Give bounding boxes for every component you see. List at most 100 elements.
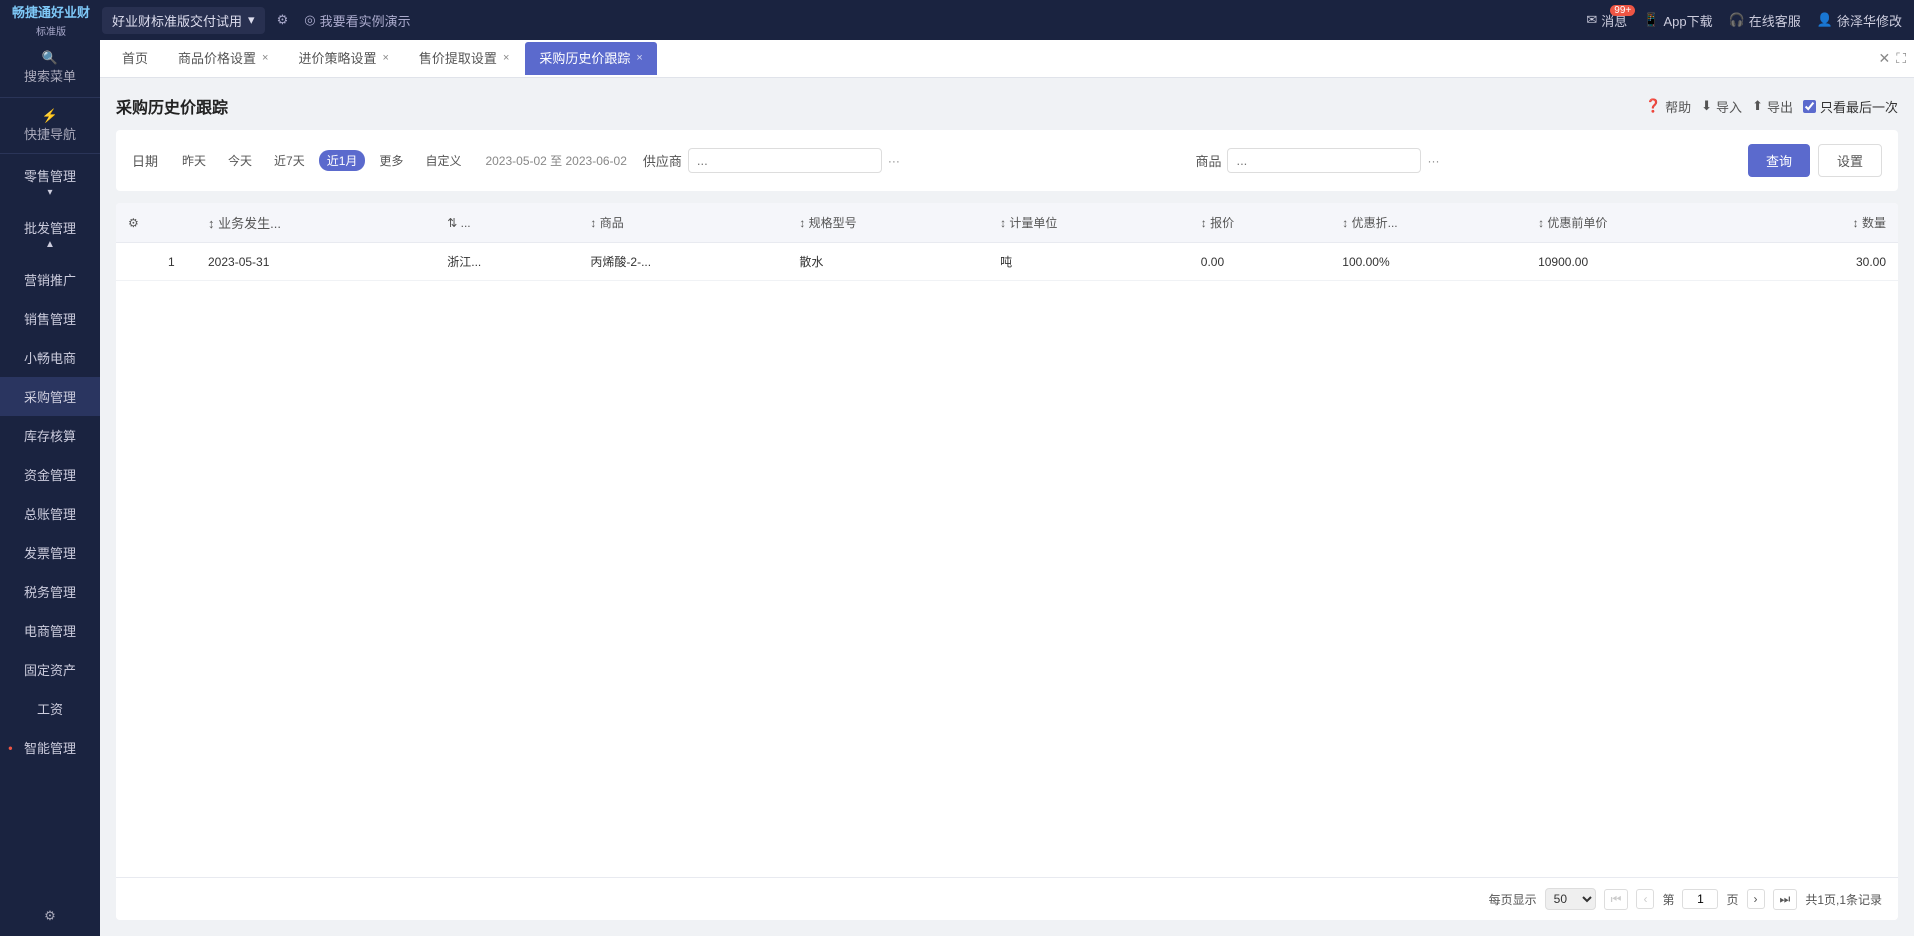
th-quantity[interactable]: ↕ 数量: [1756, 203, 1898, 243]
app-download-btn[interactable]: 📱 App下载: [1643, 11, 1712, 30]
edition-label: 好业财标准版交付试用: [112, 11, 242, 30]
sidebar-item-fixed-assets[interactable]: 固定资产: [0, 650, 100, 689]
td-spec: 散水: [787, 243, 988, 281]
supplier-input[interactable]: [688, 148, 882, 173]
product-input[interactable]: [1227, 148, 1421, 173]
edition-selector[interactable]: 好业财标准版交付试用 ▾: [102, 7, 265, 34]
tab-price[interactable]: 商品价格设置 ×: [164, 42, 282, 75]
th-more[interactable]: ⇅ ...: [435, 203, 578, 243]
help-label: 帮助: [1665, 97, 1691, 116]
tab-sale-price-close[interactable]: ×: [503, 52, 509, 64]
th-discount[interactable]: ↕ 优惠折...: [1330, 203, 1526, 243]
product-more-btn[interactable]: ···: [1427, 154, 1439, 168]
tab-purchase-history[interactable]: 采购历史价跟踪 ×: [525, 42, 656, 75]
th-date[interactable]: ↕ 业务发生...: [196, 203, 435, 243]
tab-purchase-strategy-close[interactable]: ×: [382, 52, 388, 64]
th-seq: [156, 203, 196, 243]
sidebar-item-wholesale[interactable]: 批发管理 ▲: [0, 208, 100, 260]
app-download-label: App下载: [1663, 11, 1712, 30]
tab-purchase-history-close[interactable]: ×: [636, 52, 642, 64]
tab-price-close[interactable]: ×: [262, 52, 268, 64]
only-last-checkbox-label[interactable]: 只看最后一次: [1803, 97, 1898, 116]
sidebar-item-invoice[interactable]: 发票管理: [0, 533, 100, 572]
content-area: 首页 商品价格设置 × 进价策略设置 × 售价提取设置 × 采购历史价跟踪 × …: [100, 40, 1914, 936]
sidebar-item-retail[interactable]: 零售管理 ▾: [0, 156, 100, 208]
page-number-input[interactable]: [1682, 889, 1718, 909]
date-option-yesterday[interactable]: 昨天: [174, 150, 214, 171]
sidebar-nav[interactable]: ⚡ 快捷导航: [0, 100, 100, 151]
sidebar-divider-1: [0, 97, 100, 98]
only-last-checkbox[interactable]: [1803, 100, 1816, 113]
prev-page-btn[interactable]: ‹: [1636, 889, 1654, 909]
th-price[interactable]: ↕ 报价: [1189, 203, 1331, 243]
last-page-btn[interactable]: ⏭: [1773, 889, 1798, 910]
main-layout: 🔍 搜索菜单 ⚡ 快捷导航 零售管理 ▾ 批发管理 ▲ 营销推广 销售管理 小畅…: [0, 40, 1914, 936]
th-spec[interactable]: ↕ 规格型号: [787, 203, 988, 243]
app-logo: 畅捷通好业财 标准版: [12, 2, 90, 38]
sidebar-item-inventory[interactable]: 库存核算: [0, 416, 100, 455]
page-total-info: 共1页,1条记录: [1805, 891, 1882, 908]
date-option-1month[interactable]: 近1月: [319, 150, 366, 171]
sidebar-item-ecommerce[interactable]: 电商管理: [0, 611, 100, 650]
sidebar-item-tax[interactable]: 税务管理: [0, 572, 100, 611]
th-before-discount[interactable]: ↕ 优惠前单价: [1526, 203, 1756, 243]
sidebar-item-general-ledger[interactable]: 总账管理: [0, 494, 100, 533]
table-scroll[interactable]: ⚙ ↕ 业务发生... ⇅ ... ↕ 商品 ↕ 规格型号 ↕ 计量单位 ↕ 报…: [116, 203, 1898, 877]
sidebar-item-payroll[interactable]: 工资: [0, 689, 100, 728]
tab-sale-price[interactable]: 售价提取设置 ×: [405, 42, 523, 75]
headset-icon: 🎧: [1729, 12, 1745, 28]
td-unit: 吨: [988, 243, 1189, 281]
export-label: 导出: [1767, 97, 1793, 116]
sidebar-item-sales[interactable]: 销售管理: [0, 299, 100, 338]
page-title: 采购历史价跟踪: [116, 94, 228, 118]
sidebar-item-small-ecommerce[interactable]: 小畅电商: [0, 338, 100, 377]
td-quantity: 30.00: [1756, 243, 1898, 281]
download-icon: 📱: [1643, 12, 1659, 28]
td-product: 丙烯酸-2-...: [578, 243, 787, 281]
date-option-7days[interactable]: 近7天: [266, 150, 313, 171]
tab-purchase-strategy[interactable]: 进价策略设置 ×: [284, 42, 402, 75]
settings-icon[interactable]: ⚙: [277, 12, 289, 28]
query-button[interactable]: 查询: [1748, 144, 1810, 177]
demo-btn[interactable]: ◎ 我要看实例演示: [304, 11, 410, 30]
td-gear: [116, 243, 156, 281]
page-actions: ❓ 帮助 ⬇ 导入 ⬆ 导出 只看最后一次: [1645, 97, 1898, 116]
import-btn[interactable]: ⬇ 导入: [1701, 97, 1742, 116]
sidebar-item-finance[interactable]: 资金管理: [0, 455, 100, 494]
date-option-today[interactable]: 今天: [220, 150, 260, 171]
close-window-icon[interactable]: ✕: [1878, 50, 1890, 67]
data-table: ⚙ ↕ 业务发生... ⇅ ... ↕ 商品 ↕ 规格型号 ↕ 计量单位 ↕ 报…: [116, 203, 1898, 281]
next-page-btn[interactable]: ›: [1747, 889, 1765, 909]
sidebar-nav-label: 快捷导航: [4, 124, 96, 143]
sidebar-item-purchase[interactable]: 采购管理: [0, 377, 100, 416]
user-menu[interactable]: 👤 徐泽华修改: [1817, 11, 1902, 30]
import-label: 导入: [1716, 97, 1742, 116]
filter-area: 日期 昨天 今天 近7天 近1月 更多 自定义 2023-05-02 至 202…: [116, 130, 1898, 191]
filter-settings-button[interactable]: 设置: [1818, 144, 1882, 177]
export-btn[interactable]: ⬆ 导出: [1752, 97, 1793, 116]
th-product[interactable]: ↕ 商品: [578, 203, 787, 243]
per-page-select[interactable]: 50 100 200: [1545, 888, 1596, 910]
sidebar-settings-btn[interactable]: ⚙: [0, 896, 100, 936]
maximize-icon[interactable]: ⛶: [1896, 50, 1906, 67]
nav-icon: ⚡: [4, 108, 96, 124]
online-service-btn[interactable]: 🎧 在线客服: [1729, 11, 1801, 30]
th-unit[interactable]: ↕ 计量单位: [988, 203, 1189, 243]
message-btn[interactable]: ✉ 消息 99+: [1586, 11, 1627, 30]
tab-home-label: 首页: [122, 48, 148, 67]
supplier-more-btn[interactable]: ···: [888, 154, 900, 168]
th-gear[interactable]: ⚙: [116, 203, 156, 243]
sidebar-item-marketing[interactable]: 营销推广: [0, 260, 100, 299]
date-option-custom[interactable]: 自定义: [417, 150, 469, 171]
pagination: 每页显示 50 100 200 ⏮ ‹ 第 页 › ⏭ 共1页,1条记录: [116, 877, 1898, 920]
td-discount: 100.00%: [1330, 243, 1526, 281]
sidebar-search[interactable]: 🔍 搜索菜单: [0, 40, 100, 95]
table-header-row: ⚙ ↕ 业务发生... ⇅ ... ↕ 商品 ↕ 规格型号 ↕ 计量单位 ↕ 报…: [116, 203, 1898, 243]
page-label-before: 第: [1662, 891, 1674, 908]
sidebar-item-smart-mgmt[interactable]: 智能管理: [0, 728, 100, 767]
date-option-more[interactable]: 更多: [371, 150, 411, 171]
date-filter-label: 日期: [132, 151, 158, 170]
help-btn[interactable]: ❓ 帮助: [1645, 97, 1691, 116]
tab-home[interactable]: 首页: [108, 42, 162, 75]
first-page-btn[interactable]: ⏮: [1604, 889, 1629, 910]
